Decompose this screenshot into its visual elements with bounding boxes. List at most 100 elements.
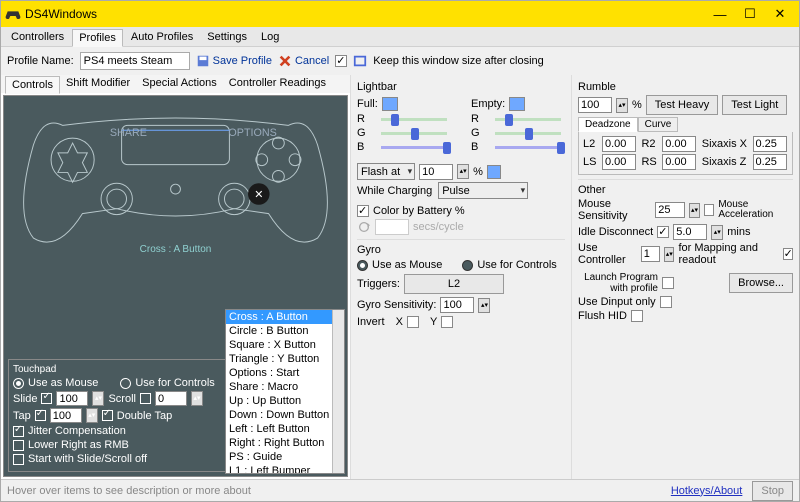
use-controller-label: Use Controller [578,242,637,266]
launch-check[interactable] [662,277,674,289]
list-item[interactable]: Options : Start [226,366,344,380]
list-item[interactable]: Right : Right Button [226,436,344,450]
full-color[interactable] [382,97,398,111]
touchpad-title: Touchpad [13,364,221,375]
list-item[interactable]: PS : Guide [226,450,344,464]
test-heavy-button[interactable]: Test Heavy [646,95,718,115]
tab-auto-profiles[interactable]: Auto Profiles [125,29,199,45]
dinput-check[interactable] [660,296,672,308]
scroll-check[interactable] [140,393,151,404]
lower-rmb-check[interactable] [13,440,24,451]
rumble-spinner[interactable]: ▴▾ [616,98,628,113]
subtab-special[interactable]: Special Actions [136,75,223,93]
sixaxis-x-value[interactable]: 0.25 [753,136,787,152]
content-area: Controls Shift Modifier Special Actions … [1,75,799,479]
invert-y-check[interactable] [441,316,453,328]
keep-size-checkbox[interactable] [335,55,347,67]
flash-combo[interactable]: Flash at [357,163,415,180]
empty-r-slider[interactable] [485,114,565,124]
tab-profiles[interactable]: Profiles [72,29,123,47]
tap-label: Tap [13,410,31,422]
tab-deadzone[interactable]: Deadzone [578,117,638,132]
r2-value[interactable]: 0.00 [662,136,696,152]
rs-value[interactable]: 0.00 [662,154,696,170]
list-scrollbar[interactable] [332,310,344,473]
tab-settings[interactable]: Settings [201,29,253,45]
jitter-check[interactable] [13,426,24,437]
list-item[interactable]: Circle : B Button [226,324,344,338]
tap-spinner[interactable]: ▴▾ [86,408,98,423]
slide-spinner[interactable]: ▴▾ [92,391,104,406]
stop-button[interactable]: Stop [752,481,793,501]
test-light-button[interactable]: Test Light [722,95,787,115]
full-r-slider[interactable] [371,114,451,124]
main-tabs: Controllers Profiles Auto Profiles Setti… [1,27,799,47]
tap-check[interactable] [35,410,46,421]
flush-check[interactable] [631,310,643,322]
touchpad-controls-radio[interactable] [120,378,131,389]
mouse-accel-check[interactable] [704,204,715,216]
tab-log[interactable]: Log [255,29,285,45]
hotkeys-link[interactable]: Hotkeys/About [671,485,743,497]
list-item[interactable]: Share : Macro [226,380,344,394]
idle-value[interactable]: 5.0 [673,224,707,240]
idle-check[interactable] [657,226,669,238]
l2-value[interactable]: 0.00 [602,136,636,152]
start-off-check[interactable] [13,454,24,465]
profile-name-input[interactable] [80,52,190,70]
gyro-controls-radio[interactable] [462,260,473,271]
empty-b-slider[interactable] [485,142,565,152]
gyro-mouse-radio[interactable] [357,260,368,271]
tab-controllers[interactable]: Controllers [5,29,70,45]
mouse-sens-value[interactable]: 25 [655,202,685,218]
ls-value[interactable]: 0.00 [602,154,636,170]
other-label: Other [578,184,793,196]
tab-curve[interactable]: Curve [638,117,679,132]
invert-x-check[interactable] [407,316,419,328]
flash-swatch[interactable] [487,165,501,179]
save-profile-button[interactable]: Save Profile [196,54,272,68]
list-item[interactable]: Down : Down Button [226,408,344,422]
sixaxis-z-value[interactable]: 0.25 [753,154,787,170]
empty-label: Empty: [471,98,505,110]
color-battery-check[interactable] [357,205,369,217]
slide-value[interactable]: 100 [56,391,88,406]
scroll-spinner[interactable]: ▴▾ [191,391,203,406]
maximize-button[interactable]: ☐ [735,6,765,22]
browse-button[interactable]: Browse... [729,273,793,293]
close-button[interactable]: ✕ [765,6,795,22]
scroll-value[interactable]: 0 [155,391,187,406]
controller-diagram[interactable]: ✕ SHARE OPTIONS Cross : A Button Touchpa… [3,95,348,477]
mapping-readout-check[interactable] [783,248,793,260]
subtab-shift[interactable]: Shift Modifier [60,75,136,93]
slide-label: Slide [13,393,37,405]
list-item[interactable]: L1 : Left Bumper [226,464,344,474]
full-g-slider[interactable] [371,128,451,138]
full-b-slider[interactable] [371,142,451,152]
mouse-sens-label: Mouse Sensitivity [578,198,651,222]
list-item[interactable]: Left : Left Button [226,422,344,436]
mapping-list[interactable]: Cross : A Button Circle : B Button Squar… [225,309,345,474]
empty-g-slider[interactable] [485,128,565,138]
tap-value[interactable]: 100 [50,408,82,423]
triggers-button[interactable]: L2 [404,274,504,294]
list-item[interactable]: Cross : A Button [226,310,344,324]
flash-value[interactable]: 10 [419,164,453,180]
empty-color[interactable] [509,97,525,111]
use-controller-value[interactable]: 1 [641,246,660,262]
touchpad-mouse-radio[interactable] [13,378,24,389]
minimize-button[interactable]: — [705,7,735,22]
charging-combo[interactable]: Pulse [438,182,528,199]
slide-check[interactable] [41,393,52,404]
gyro-sens-spinner[interactable]: ▴▾ [478,298,490,313]
double-tap-check[interactable] [102,410,113,421]
rumble-value[interactable]: 100 [578,97,612,113]
list-item[interactable]: Triangle : Y Button [226,352,344,366]
subtab-controls[interactable]: Controls [5,76,60,94]
subtab-readings[interactable]: Controller Readings [223,75,332,93]
gyro-sens-value[interactable]: 100 [440,297,474,313]
list-item[interactable]: Square : X Button [226,338,344,352]
cancel-button[interactable]: Cancel [278,54,329,68]
flash-spinner[interactable]: ▴▾ [457,164,469,179]
list-item[interactable]: Up : Up Button [226,394,344,408]
